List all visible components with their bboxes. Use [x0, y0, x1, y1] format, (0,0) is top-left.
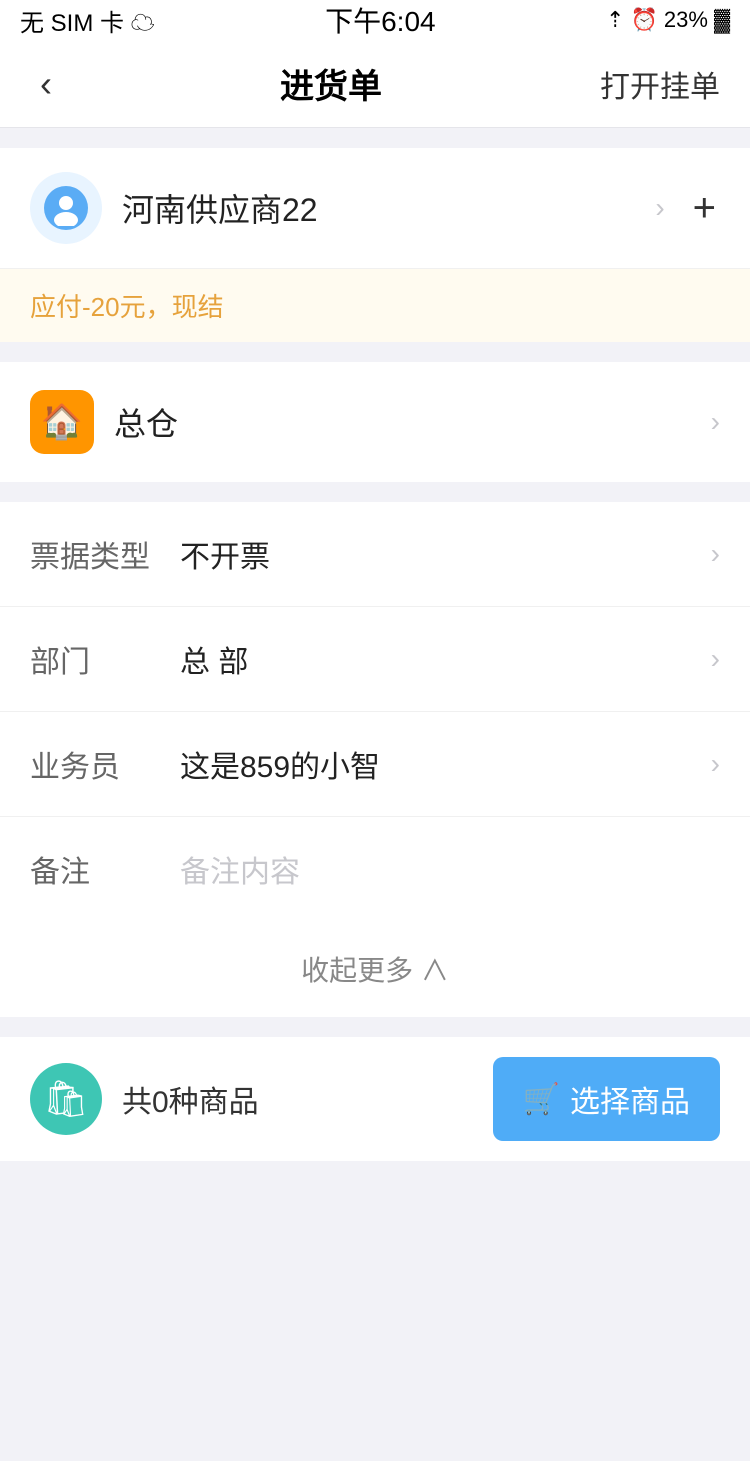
invoice-type-row[interactable]: 票据类型 不开票 ›: [0, 502, 750, 607]
warehouse-chevron-icon: ›: [711, 406, 720, 438]
page-title: 进货单: [280, 59, 382, 108]
form-section: 票据类型 不开票 › 部门 总 部 › 业务员 这是859的小智 › 备注 备注…: [0, 502, 750, 921]
status-time: 下午6:04: [325, 0, 436, 40]
warehouse-icon: 🏠: [41, 402, 83, 442]
notice-bar: 应付-20元，现结: [0, 269, 750, 342]
page-background: [0, 1161, 750, 1461]
select-goods-label: 选择商品: [570, 1077, 690, 1121]
invoice-type-value: 不开票: [170, 532, 711, 576]
status-bar: 无 SIM 卡 ☁ 下午6:04 ⇡ ⏰ 23% ▓: [0, 0, 750, 40]
avatar-icon: [44, 186, 88, 230]
battery-text: 23%: [664, 7, 708, 33]
collapse-row[interactable]: 收起更多 ∧: [0, 921, 750, 1017]
product-icon: 🛍: [43, 1078, 89, 1120]
department-chevron-icon: ›: [711, 643, 720, 675]
department-label: 部门: [30, 637, 170, 681]
nav-bar: ‹ 进货单 打开挂单: [0, 40, 750, 128]
gap-2: [0, 342, 750, 362]
supplier-name: 河南供应商22: [122, 185, 655, 231]
supplier-chevron-icon: ›: [655, 192, 664, 224]
collapse-label: 收起更多 ∧: [301, 949, 449, 989]
department-value: 总 部: [170, 637, 711, 681]
department-row[interactable]: 部门 总 部 ›: [0, 607, 750, 712]
warehouse-label: 总仓: [114, 399, 711, 445]
warehouse-icon-bg: 🏠: [30, 390, 94, 454]
avatar: [30, 172, 102, 244]
invoice-type-label: 票据类型: [30, 532, 170, 576]
warehouse-row[interactable]: 🏠 总仓 ›: [0, 362, 750, 482]
salesperson-value: 这是859的小智: [170, 742, 711, 786]
alarm-icon: ⏰: [630, 7, 657, 33]
salesperson-chevron-icon: ›: [711, 748, 720, 780]
open-pending-button[interactable]: 打开挂单: [600, 62, 720, 106]
product-icon-wrap: 🛍: [30, 1063, 102, 1135]
supplier-row[interactable]: 河南供应商22 › +: [0, 148, 750, 269]
salesperson-row[interactable]: 业务员 这是859的小智 ›: [0, 712, 750, 817]
remark-label: 备注: [30, 847, 170, 891]
invoice-type-chevron-icon: ›: [711, 538, 720, 570]
status-right: ⇡ ⏰ 23% ▓: [606, 7, 730, 33]
location-icon: ⇡: [606, 7, 624, 33]
remark-row[interactable]: 备注 备注内容: [0, 817, 750, 921]
bottom-bar: 🛍 共0种商品 🛒 选择商品: [0, 1037, 750, 1161]
warehouse-card: 🏠 总仓 ›: [0, 362, 750, 482]
add-supplier-button[interactable]: +: [689, 186, 720, 231]
supplier-card: 河南供应商22 › + 应付-20元，现结: [0, 148, 750, 342]
gap-1: [0, 128, 750, 148]
back-button[interactable]: ‹: [30, 53, 62, 115]
signal-text: 无 SIM 卡 ☁: [20, 3, 155, 38]
salesperson-label: 业务员: [30, 742, 170, 786]
remark-value[interactable]: 备注内容: [170, 847, 720, 891]
product-count: 共0种商品: [122, 1077, 493, 1121]
gap-4: [0, 1017, 750, 1037]
select-goods-icon: 🛒: [523, 1082, 560, 1117]
battery-icon: ▓: [714, 7, 730, 33]
status-left: 无 SIM 卡 ☁: [20, 3, 155, 38]
select-goods-button[interactable]: 🛒 选择商品: [493, 1057, 720, 1141]
gap-3: [0, 482, 750, 502]
